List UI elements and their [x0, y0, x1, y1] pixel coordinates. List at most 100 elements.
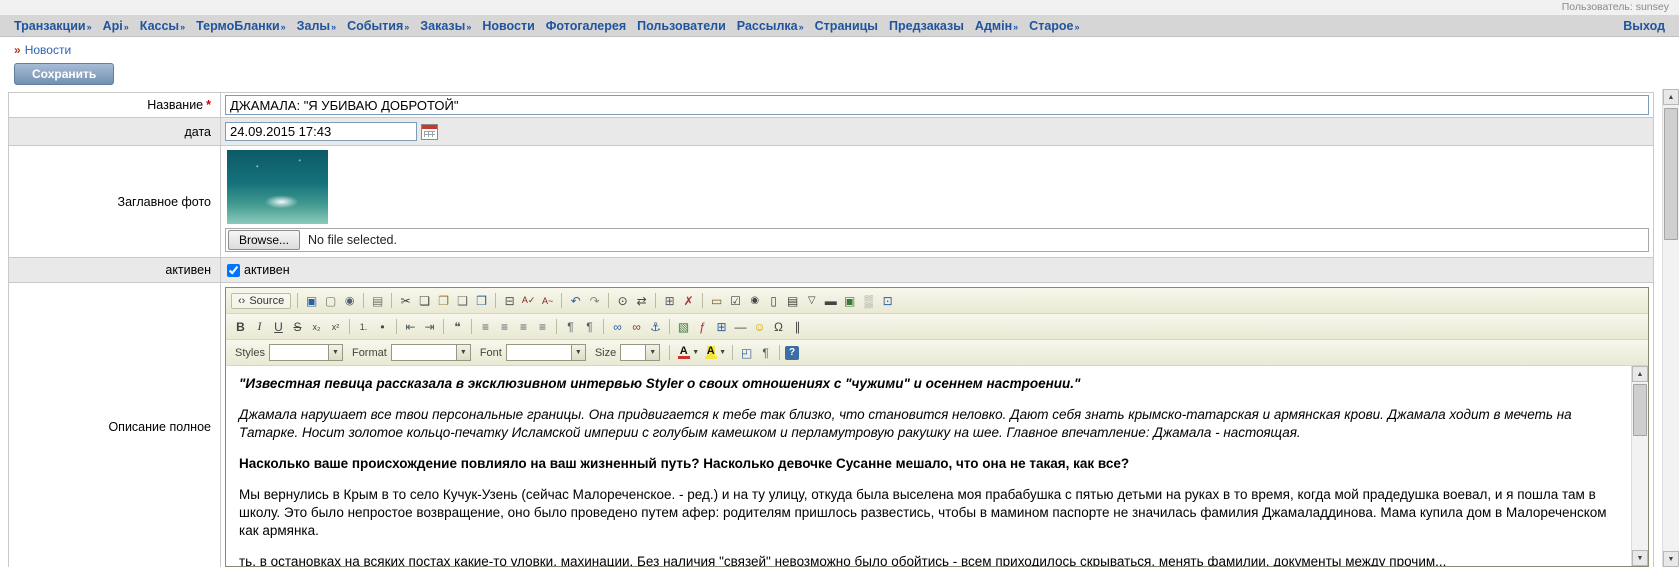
page-scrollbar[interactable]: ▲ ▼: [1662, 89, 1679, 567]
editor-scrollbar[interactable]: ▲ ▼: [1631, 366, 1648, 566]
image-button-field-icon[interactable]: ▣: [841, 292, 858, 309]
save-button[interactable]: Сохранить: [14, 63, 115, 85]
editor-content[interactable]: "Известная певица рассказала в эксклюзив…: [226, 366, 1631, 566]
font-combo[interactable]: Font ▼: [476, 344, 586, 361]
italic-button[interactable]: I: [251, 318, 268, 335]
calendar-icon[interactable]: [421, 123, 438, 140]
image-button[interactable]: ▧: [675, 318, 692, 335]
menu-item-kassy[interactable]: Кассы»: [140, 19, 185, 33]
scroll-up-icon[interactable]: ▲: [1663, 89, 1679, 105]
outdent-button[interactable]: ⇤: [402, 318, 419, 335]
bold-button[interactable]: B: [232, 318, 249, 335]
select-field-icon[interactable]: ▽: [803, 292, 820, 309]
breadcrumb-link-news[interactable]: Новости: [25, 43, 71, 57]
align-right-button[interactable]: ≡: [515, 318, 532, 335]
print-icon[interactable]: ⊟: [501, 292, 518, 309]
iframe-icon[interactable]: ⊡: [879, 292, 896, 309]
spell-check-icon[interactable]: A✓: [520, 292, 537, 309]
date-input[interactable]: [225, 122, 417, 141]
source-button[interactable]: ‹› Source: [231, 292, 292, 309]
preview-icon[interactable]: ◉: [341, 292, 358, 309]
menu-item-zakazy[interactable]: Заказы»: [420, 19, 471, 33]
scroll-down-icon[interactable]: ▼: [1663, 551, 1679, 567]
save-icon[interactable]: ▣: [303, 292, 320, 309]
redo-icon[interactable]: ↷: [586, 292, 603, 309]
textarea-field-icon[interactable]: ▤: [784, 292, 801, 309]
format-combo-box[interactable]: ▼: [390, 344, 471, 361]
background-color-button[interactable]: A ▼: [703, 345, 726, 361]
hidden-field-icon[interactable]: ▒: [860, 292, 877, 309]
page-scrollbar-thumb[interactable]: [1664, 108, 1678, 240]
undo-icon[interactable]: ↶: [567, 292, 584, 309]
menu-item-zaly[interactable]: Залы»: [297, 19, 336, 33]
table-button[interactable]: ⊞: [713, 318, 730, 335]
replace-icon[interactable]: ⇄: [633, 292, 650, 309]
page-break-button[interactable]: ∥: [789, 318, 806, 335]
logout-link[interactable]: Выход: [1623, 19, 1665, 33]
menu-item-admin[interactable]: Адмін»: [975, 19, 1018, 33]
copy-icon[interactable]: ❏: [416, 292, 433, 309]
new-page-icon[interactable]: ▢: [322, 292, 339, 309]
menu-item-fotogalereya[interactable]: Фотогалерея: [546, 19, 626, 33]
underline-button[interactable]: U: [270, 318, 287, 335]
active-checkbox[interactable]: [227, 263, 240, 277]
scroll-down-icon[interactable]: ▼: [1632, 550, 1648, 566]
scayt-icon[interactable]: A~: [539, 292, 556, 309]
menu-item-novosti[interactable]: Новости: [482, 19, 534, 33]
indent-button[interactable]: ⇥: [421, 318, 438, 335]
link-button[interactable]: ∞: [609, 318, 626, 335]
paste-plain-text-icon[interactable]: ❑: [454, 292, 471, 309]
styles-combo-box[interactable]: ▼: [268, 344, 343, 361]
size-combo[interactable]: Size ▼: [591, 344, 661, 361]
select-all-icon[interactable]: ⊞: [661, 292, 678, 309]
text-direction-rtl-button[interactable]: ¶: [581, 318, 598, 335]
align-left-button[interactable]: ≡: [477, 318, 494, 335]
justify-button[interactable]: ≡: [534, 318, 551, 335]
menu-item-rassylka[interactable]: Рассылка»: [737, 19, 804, 33]
scroll-up-icon[interactable]: ▲: [1632, 366, 1648, 382]
smiley-button[interactable]: ☺: [751, 318, 768, 335]
horizontal-rule-button[interactable]: ―: [732, 318, 749, 335]
align-center-button[interactable]: ≡: [496, 318, 513, 335]
about-button[interactable]: ?: [785, 345, 800, 360]
radio-field-icon[interactable]: ◉: [746, 292, 763, 309]
menu-item-predzakazy[interactable]: Предзаказы: [889, 19, 964, 33]
menu-item-tranzakcii[interactable]: Транзакции»: [14, 19, 92, 33]
text-color-button[interactable]: A ▼: [676, 345, 699, 361]
text-field-icon[interactable]: ▯: [765, 292, 782, 309]
show-blocks-button[interactable]: ¶: [757, 344, 774, 361]
flash-button[interactable]: ƒ: [694, 318, 711, 335]
button-field-icon[interactable]: ▬: [822, 292, 839, 309]
subscript-button[interactable]: x₂: [308, 318, 325, 335]
blockquote-button[interactable]: ❝: [449, 318, 466, 335]
remove-format-icon[interactable]: ✗: [680, 292, 697, 309]
browse-button[interactable]: Browse...: [228, 230, 301, 250]
checkbox-field-icon[interactable]: ☑: [727, 292, 744, 309]
maximize-button[interactable]: ◰: [738, 344, 755, 361]
menu-item-stranicy[interactable]: Страницы: [815, 19, 878, 33]
cut-icon[interactable]: ✂: [397, 292, 414, 309]
font-combo-box[interactable]: ▼: [505, 344, 586, 361]
find-icon[interactable]: ⊙: [614, 292, 631, 309]
menu-item-api[interactable]: Api»: [103, 19, 129, 33]
templates-icon[interactable]: ▤: [369, 292, 386, 309]
menu-item-polzovateli[interactable]: Пользователи: [637, 19, 726, 33]
text-direction-ltr-button[interactable]: ¶: [562, 318, 579, 335]
size-combo-box[interactable]: ▼: [620, 344, 661, 361]
menu-item-staroe[interactable]: Старое»: [1029, 19, 1079, 33]
menu-item-sobytiya[interactable]: События»: [347, 19, 409, 33]
format-combo[interactable]: Format ▼: [348, 344, 471, 361]
unlink-button[interactable]: ∞: [628, 318, 645, 335]
title-input[interactable]: [225, 95, 1649, 115]
paste-icon[interactable]: ❐: [435, 292, 452, 309]
bulleted-list-button[interactable]: •: [374, 318, 391, 335]
superscript-button[interactable]: x²: [327, 318, 344, 335]
editor-scrollbar-thumb[interactable]: [1633, 384, 1647, 436]
anchor-button[interactable]: ⚓: [647, 318, 664, 335]
paste-from-word-icon[interactable]: ❒: [473, 292, 490, 309]
strikethrough-button[interactable]: S: [289, 318, 306, 335]
menu-item-termoblanki[interactable]: ТермоБланки»: [196, 19, 286, 33]
styles-combo[interactable]: Styles ▼: [231, 344, 343, 361]
numbered-list-button[interactable]: 1.: [355, 318, 372, 335]
form-icon[interactable]: ▭: [708, 292, 725, 309]
